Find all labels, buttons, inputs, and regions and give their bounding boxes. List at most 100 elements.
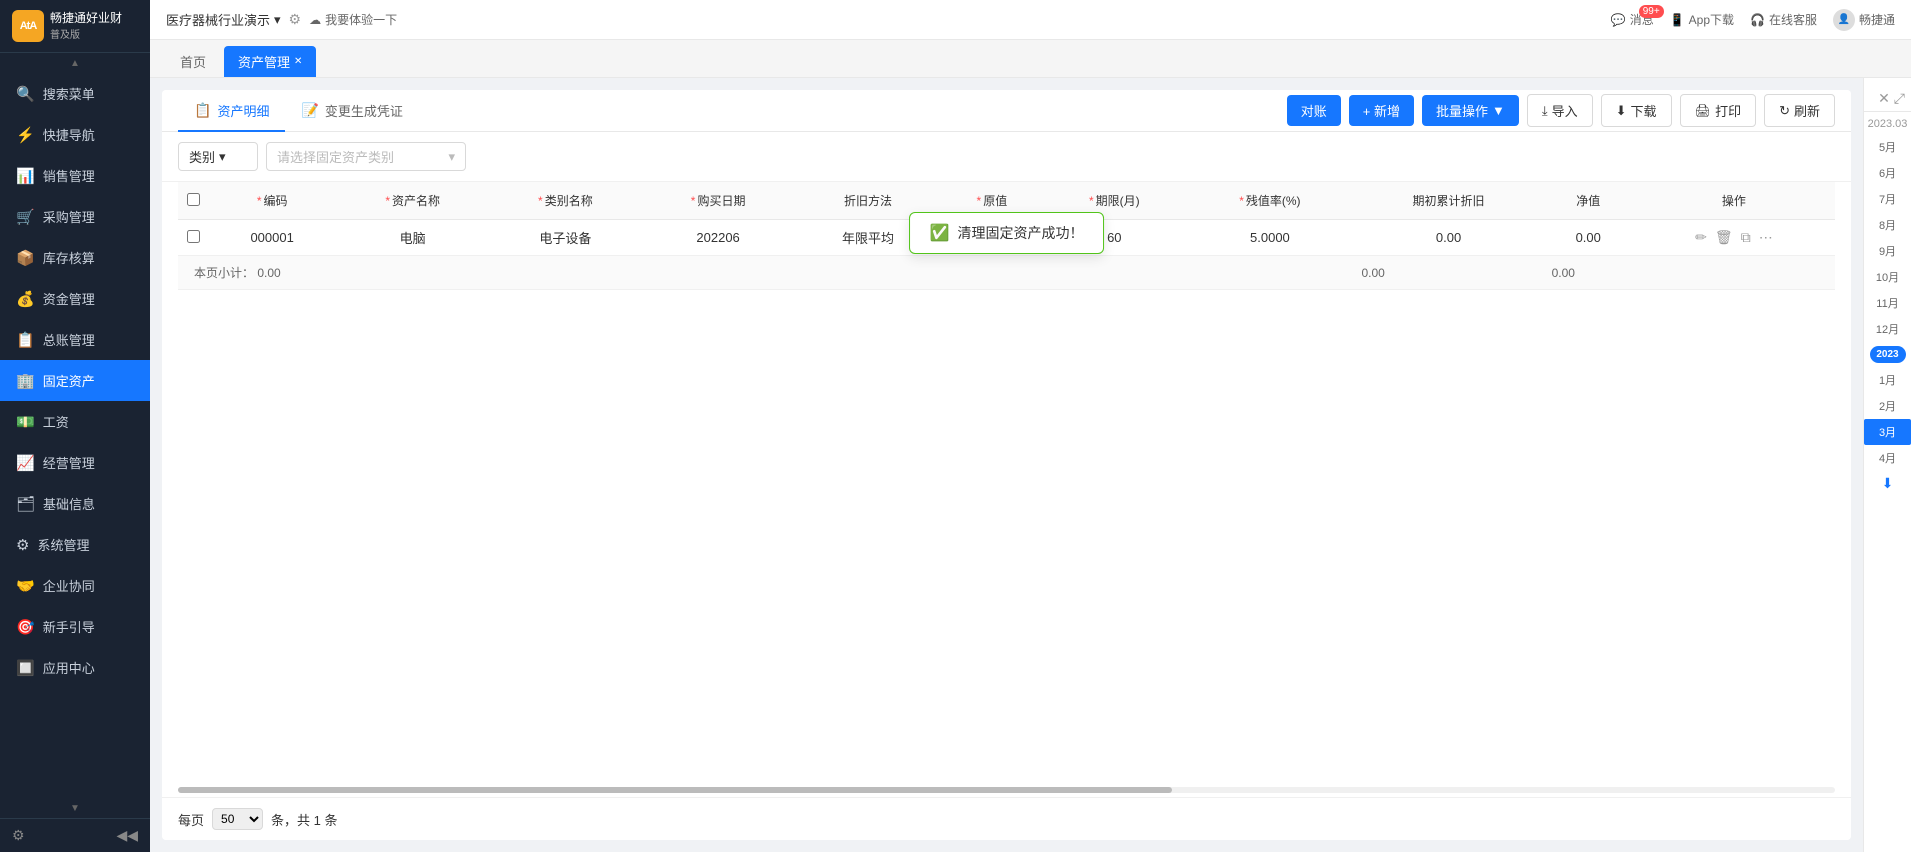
import-button[interactable]: ⤓ 导入	[1527, 94, 1593, 127]
year-timeline: 5月 6月 7月 8月 9月 10月 11月 12月 2023 1月 2月 3月…	[1864, 134, 1911, 492]
th-category: *类别名称	[489, 182, 642, 220]
month-9[interactable]: 9月	[1864, 238, 1911, 264]
month-4[interactable]: 4月	[1864, 445, 1911, 471]
per-page-select[interactable]: 102050100	[212, 808, 263, 830]
select-all-checkbox[interactable]	[187, 193, 200, 206]
new-button[interactable]: + 新增	[1349, 95, 1414, 126]
month-11[interactable]: 11月	[1864, 290, 1911, 316]
row-action: ✏ 🗑 ⧉ ⋯	[1633, 220, 1835, 256]
sidebar-item-basicinfo[interactable]: 🗂 基础信息	[0, 483, 150, 524]
panel-close-button[interactable]: ✕	[1878, 90, 1890, 107]
asset-detail-icon: 📋	[194, 102, 211, 119]
month-3-active[interactable]: 3月	[1864, 419, 1911, 445]
collapse-icon[interactable]: ◀◀	[116, 827, 138, 844]
row-select-checkbox[interactable]	[187, 230, 200, 243]
horizontal-scrollbar[interactable]	[178, 787, 1835, 793]
batch-button[interactable]: 批量操作 ▼	[1422, 95, 1519, 126]
subtabs: 📋 资产明细 📝 变更生成凭证 对账 + 新增 批量操作 ▼	[162, 90, 1851, 132]
subtotal-original: 0.00	[257, 266, 280, 280]
edit-button[interactable]: ✏	[1695, 229, 1707, 246]
month-1[interactable]: 1月	[1864, 367, 1911, 393]
panel-expand-button[interactable]: ⤢	[1894, 90, 1905, 107]
th-code: *编码	[208, 182, 336, 220]
download-button[interactable]: ⬇ 下载	[1601, 94, 1672, 127]
ledger-icon: 📋	[16, 331, 35, 349]
subtab-asset-detail[interactable]: 📋 资产明细	[178, 91, 285, 132]
th-initial-accumulated: 期初累计折旧	[1353, 182, 1543, 220]
month-5[interactable]: 5月	[1864, 134, 1911, 160]
service-icon: 🎧	[1750, 13, 1765, 27]
row-purchase-date: 202206	[642, 220, 795, 256]
basicinfo-icon: 🗂	[16, 495, 35, 513]
subtab-change-voucher[interactable]: 📝 变更生成凭证	[285, 91, 418, 132]
sidebar-item-guide[interactable]: 🎯 新手引导	[0, 606, 150, 647]
month-8[interactable]: 8月	[1864, 212, 1911, 238]
sidebar-item-cooperation[interactable]: 🤝 企业协同	[0, 565, 150, 606]
sidebar-item-inventory[interactable]: 📦 库存核算	[0, 237, 150, 278]
company-settings-button[interactable]: ⚙	[289, 11, 302, 28]
sidebar-item-fixedasset[interactable]: 🏢 固定资产	[0, 360, 150, 401]
sidebar-item-system[interactable]: ⚙ 系统管理	[0, 524, 150, 565]
print-button[interactable]: 🖨 打印	[1680, 94, 1757, 127]
sidebar-nav: 🔍 搜索菜单 ⚡ 快捷导航 📊 销售管理 🛒 采购管理 📦 库存核算 💰 资金管…	[0, 73, 150, 798]
sidebar-item-quicknav[interactable]: ⚡ 快捷导航	[0, 114, 150, 155]
sidebar-item-sales[interactable]: 📊 销售管理	[0, 155, 150, 196]
row-residual-rate: 5.0000	[1186, 220, 1353, 256]
appcenter-icon: 🔲	[16, 659, 35, 677]
year-mark-2023[interactable]: 2023	[1870, 346, 1906, 363]
sidebar-item-payroll[interactable]: 💵 工资	[0, 401, 150, 442]
category-select[interactable]: 类别 ▾	[178, 142, 258, 171]
tab-asset[interactable]: 资产管理 ✕	[224, 46, 316, 77]
subtotal-net-value: 0.00	[1544, 256, 1633, 290]
logo-icon: AtA	[12, 10, 44, 42]
avatar: 👤	[1833, 9, 1855, 31]
pagination: 每页 102050100 条，共 1 条	[162, 797, 1851, 840]
panel-year-label: 2023.03	[1868, 116, 1908, 134]
filter-bar: 类别 ▾ 请选择固定资产类别 ▾	[162, 132, 1851, 182]
settings-icon[interactable]: ⚙	[12, 827, 25, 844]
more-button[interactable]: ⋯	[1759, 229, 1773, 246]
sidebar-item-capital[interactable]: 💰 资金管理	[0, 278, 150, 319]
tab-close-icon[interactable]: ✕	[294, 56, 302, 67]
experience-button[interactable]: ☁ 我要体验一下	[309, 11, 397, 28]
main-area: 医疗器械行业演示 ▾ ⚙ ☁ 我要体验一下 💬 消息 99+ 📱 App下载 🎧…	[150, 0, 1911, 852]
delete-button[interactable]: 🗑	[1715, 229, 1733, 246]
month-7[interactable]: 7月	[1864, 186, 1911, 212]
month-12[interactable]: 12月	[1864, 316, 1911, 342]
copy-button[interactable]: ⧉	[1741, 229, 1751, 246]
app-download-button[interactable]: 📱 App下载	[1670, 11, 1734, 28]
sidebar-item-appcenter[interactable]: 🔲 应用中心	[0, 647, 150, 688]
sidebar-item-purchase[interactable]: 🛒 采购管理	[0, 196, 150, 237]
reconcile-button[interactable]: 对账	[1287, 95, 1341, 126]
refresh-button[interactable]: ↻ 刷新	[1764, 94, 1835, 127]
sidebar-logo: AtA 畅捷通好业财 普及版	[0, 0, 150, 53]
sidebar-item-operations[interactable]: 📈 经营管理	[0, 442, 150, 483]
category-input[interactable]: 请选择固定资产类别 ▾	[266, 142, 466, 171]
month-2[interactable]: 2月	[1864, 393, 1911, 419]
online-service-button[interactable]: 🎧 在线客服	[1750, 11, 1817, 28]
th-checkbox	[178, 182, 208, 220]
payroll-icon: 💵	[16, 413, 35, 431]
company-selector[interactable]: 医疗器械行业演示 ▾	[166, 10, 281, 29]
tab-home[interactable]: 首页	[166, 46, 220, 77]
sidebar-item-search[interactable]: 🔍 搜索菜单	[0, 73, 150, 114]
sidebar-scroll-down[interactable]: ▼	[0, 798, 150, 818]
user-menu[interactable]: 👤 畅捷通	[1833, 9, 1895, 31]
change-voucher-icon: 📝	[301, 102, 318, 119]
sidebar-scroll-up[interactable]: ▲	[0, 53, 150, 73]
system-icon: ⚙	[16, 536, 29, 554]
timeline-down-icon[interactable]: ⬇	[1882, 475, 1894, 492]
message-button[interactable]: 💬 消息 99+	[1611, 11, 1654, 28]
subtotal-row: 本页小计： 0.00 0.00 0.00	[178, 256, 1835, 290]
row-name: 电脑	[336, 220, 489, 256]
batch-dropdown-icon: ▼	[1492, 103, 1505, 118]
operations-icon: 📈	[16, 454, 35, 472]
scrollbar-thumb	[178, 787, 1172, 793]
sidebar-item-ledger[interactable]: 📋 总账管理	[0, 319, 150, 360]
month-6[interactable]: 6月	[1864, 160, 1911, 186]
guide-icon: 🎯	[16, 618, 35, 636]
month-10[interactable]: 10月	[1864, 264, 1911, 290]
asset-table-wrap: ✅ 清理固定资产成功！ *编码 *资产名称 *类别名称 *购买日期	[162, 182, 1851, 783]
cloud-icon: ☁	[309, 13, 321, 27]
row-net-value: 0.00	[1544, 220, 1633, 256]
